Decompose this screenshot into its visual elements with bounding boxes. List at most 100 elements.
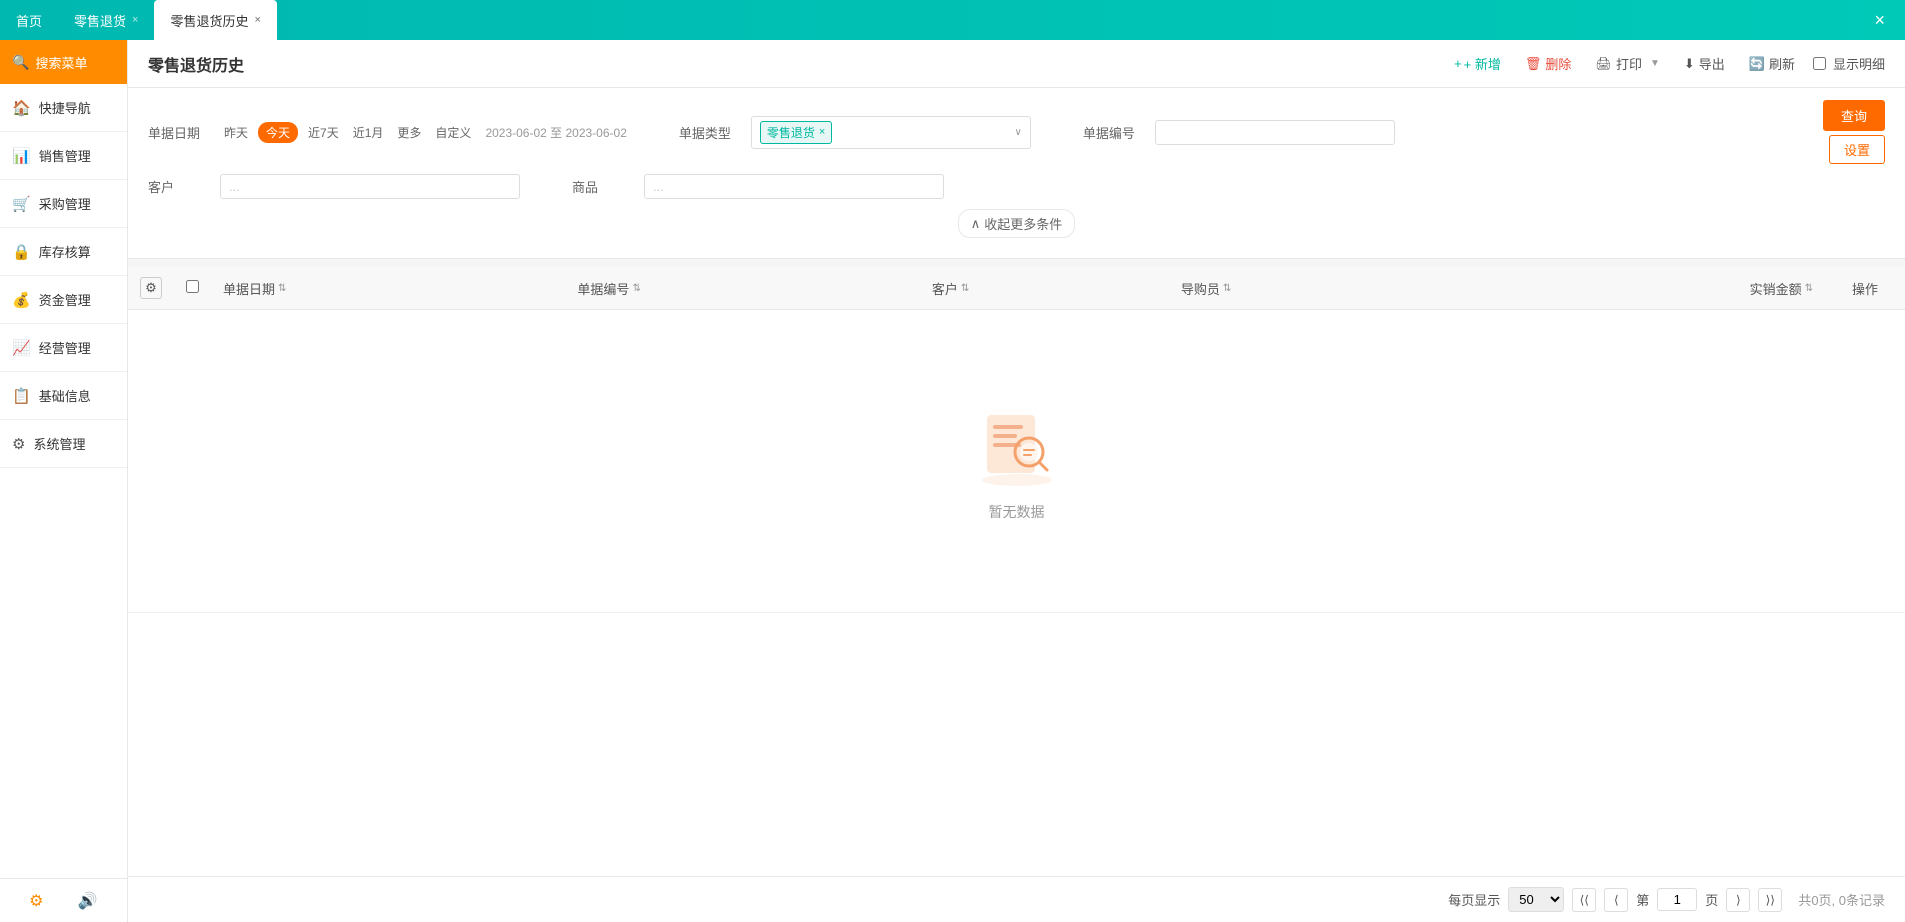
top-bar: 首页 零售退货 × 零售退货历史 × × [0,0,1905,40]
sidebar-item-basic-info[interactable]: 📋 基础信息 [0,372,127,420]
prev-page-button[interactable]: ⟨ [1604,888,1628,912]
date-btn-1month[interactable]: 近1月 [349,122,388,143]
empty-state: 暂无数据 [140,320,1893,602]
sort-amount-icon: ⇅ [1805,283,1813,294]
date-range-display: 2023-06-02 至 2023-06-02 [485,124,626,141]
sidebar-item-quick-nav[interactable]: 🏠 快捷导航 [0,84,127,132]
export-button[interactable]: ⬇ 导出 [1678,50,1731,77]
system-icon: ⚙ [12,435,25,453]
goods-placeholder: ... [653,179,664,194]
sort-doc-no-icon: ⇅ [632,283,640,294]
window-close-button[interactable]: × [1866,6,1893,35]
search-icon: 🔍 [12,54,29,71]
date-btn-7days[interactable]: 近7天 [304,122,343,143]
filter-row-2: 客户 ... 商品 ... [148,174,1885,199]
date-btn-today[interactable]: 今天 [258,122,298,143]
sidebar-item-sales[interactable]: 📊 销售管理 [0,132,127,180]
settings-bottom-icon[interactable]: ⚙ [29,891,43,911]
table-area: ⚙ 单据日期 ⇅ 单据编号 [128,267,1905,876]
collapse-icon: ∧ [971,216,981,232]
date-btn-yesterday[interactable]: 昨天 [220,122,252,143]
date-label: 单据日期 [148,123,208,142]
sort-customer-icon: ⇅ [961,283,969,294]
customer-placeholder: ... [229,179,240,194]
th-guide[interactable]: 导购员 ⇅ [1169,267,1471,310]
main-layout: 🔍 搜索菜单 🏠 快捷导航 📊 销售管理 🛒 采购管理 🔒 库存核算 💰 [0,40,1905,922]
th-customer[interactable]: 客户 ⇅ [920,267,1169,310]
per-page-select[interactable]: 20 50 100 [1508,887,1564,912]
sort-doc-date-icon: ⇅ [278,283,286,294]
goods-label: 商品 [572,177,632,196]
page-number-input[interactable] [1657,888,1697,911]
first-page-button[interactable]: ⟨⟨ [1572,888,1596,912]
th-action: 操作 [1825,267,1905,310]
page-label: 第 [1636,890,1649,909]
query-button[interactable]: 查询 [1823,100,1885,131]
tab-retail-return[interactable]: 零售退货 × [58,0,154,40]
collapse-button[interactable]: ∧ 收起更多条件 [958,209,1076,238]
empty-text: 暂无数据 [989,502,1045,522]
delete-button[interactable]: 🗑 删除 [1519,50,1578,77]
doc-type-tag-remove[interactable]: × [819,126,825,138]
show-detail-checkbox[interactable] [1813,57,1826,70]
home-icon: 🏠 [12,99,31,117]
page-title: 零售退货历史 [148,52,244,76]
export-icon: ⬇ [1684,56,1695,72]
toolbar: + + 新增 🗑 删除 🖨 打印 ▼ ⬇ 导出 🔄 [1448,50,1885,77]
sidebar-item-purchase[interactable]: 🛒 采购管理 [0,180,127,228]
empty-state-row: 暂无数据 [128,310,1905,613]
page-unit: 页 [1705,890,1718,909]
operation-icon: 📈 [12,339,31,357]
sidebar-item-operation[interactable]: 📈 经营管理 [0,324,127,372]
print-icon: 🖨 [1595,56,1612,72]
table-settings-icon[interactable]: ⚙ [140,277,162,299]
sidebar-menu: 🏠 快捷导航 📊 销售管理 🛒 采购管理 🔒 库存核算 💰 资金管理 📈 [0,84,127,878]
th-doc-no[interactable]: 单据编号 ⇅ [565,267,919,310]
th-settings: ⚙ [128,267,174,310]
sidebar-search[interactable]: 🔍 搜索菜单 [0,40,127,84]
customer-label: 客户 [148,177,208,196]
show-detail-wrap: 显示明细 [1813,54,1885,73]
sort-guide-icon: ⇅ [1223,283,1231,294]
select-all-checkbox[interactable] [186,280,199,293]
print-button[interactable]: 🖨 打印 ▼ [1589,50,1665,77]
th-amount[interactable]: 实销金额 ⇅ [1471,267,1825,310]
inventory-icon: 🔒 [12,243,31,261]
pagination-bar: 每页显示 20 50 100 ⟨⟨ ⟨ 第 页 ⟩ ⟩⟩ 共0页, 0条记录 [128,876,1905,922]
volume-icon[interactable]: 🔊 [78,891,98,911]
next-page-button[interactable]: ⟩ [1726,888,1750,912]
doc-type-select[interactable]: 零售退货 × ∨ [751,116,1031,149]
tab-retail-return-history[interactable]: 零售退货历史 × [154,0,276,40]
content-area: 零售退货历史 + + 新增 🗑 删除 🖨 打印 ▼ ⬇ 导出 [128,40,1905,922]
goods-select[interactable]: ... [644,174,944,199]
close-tab-retail-return-history[interactable]: × [254,14,260,26]
basic-info-icon: 📋 [12,387,31,405]
new-button[interactable]: + + 新增 [1448,50,1507,77]
th-doc-date[interactable]: 单据日期 ⇅ [211,267,565,310]
print-dropdown-icon: ▼ [1650,58,1660,69]
total-label: 共0页, 0条记录 [1798,890,1885,909]
doc-no-label: 单据编号 [1083,123,1143,142]
th-checkbox [174,267,211,310]
doc-type-tag: 零售退货 × [760,121,832,144]
page-header: 零售退货历史 + + 新增 🗑 删除 🖨 打印 ▼ ⬇ 导出 [128,40,1905,88]
sales-icon: 📊 [12,147,31,165]
doc-type-dropdown-icon: ∨ [1015,127,1022,138]
date-filter-group: 昨天 今天 近7天 近1月 更多 自定义 2023-06-02 至 2023-0… [220,122,627,143]
setting-button[interactable]: 设置 [1829,135,1885,164]
finance-icon: 💰 [12,291,31,309]
doc-type-label: 单据类型 [679,123,739,142]
sidebar: 🔍 搜索菜单 🏠 快捷导航 📊 销售管理 🛒 采购管理 🔒 库存核算 💰 [0,40,128,922]
close-tab-retail-return[interactable]: × [132,14,138,26]
refresh-button[interactable]: 🔄 刷新 [1743,50,1801,77]
date-btn-custom[interactable]: 自定义 [431,122,475,143]
last-page-button[interactable]: ⟩⟩ [1758,888,1782,912]
date-btn-more[interactable]: 更多 [393,122,425,143]
refresh-icon: 🔄 [1749,56,1765,72]
tab-home[interactable]: 首页 [0,0,58,40]
sidebar-item-finance[interactable]: 💰 资金管理 [0,276,127,324]
sidebar-item-inventory[interactable]: 🔒 库存核算 [0,228,127,276]
sidebar-item-system[interactable]: ⚙ 系统管理 [0,420,127,468]
customer-select[interactable]: ... [220,174,520,199]
doc-no-input[interactable] [1155,120,1395,145]
